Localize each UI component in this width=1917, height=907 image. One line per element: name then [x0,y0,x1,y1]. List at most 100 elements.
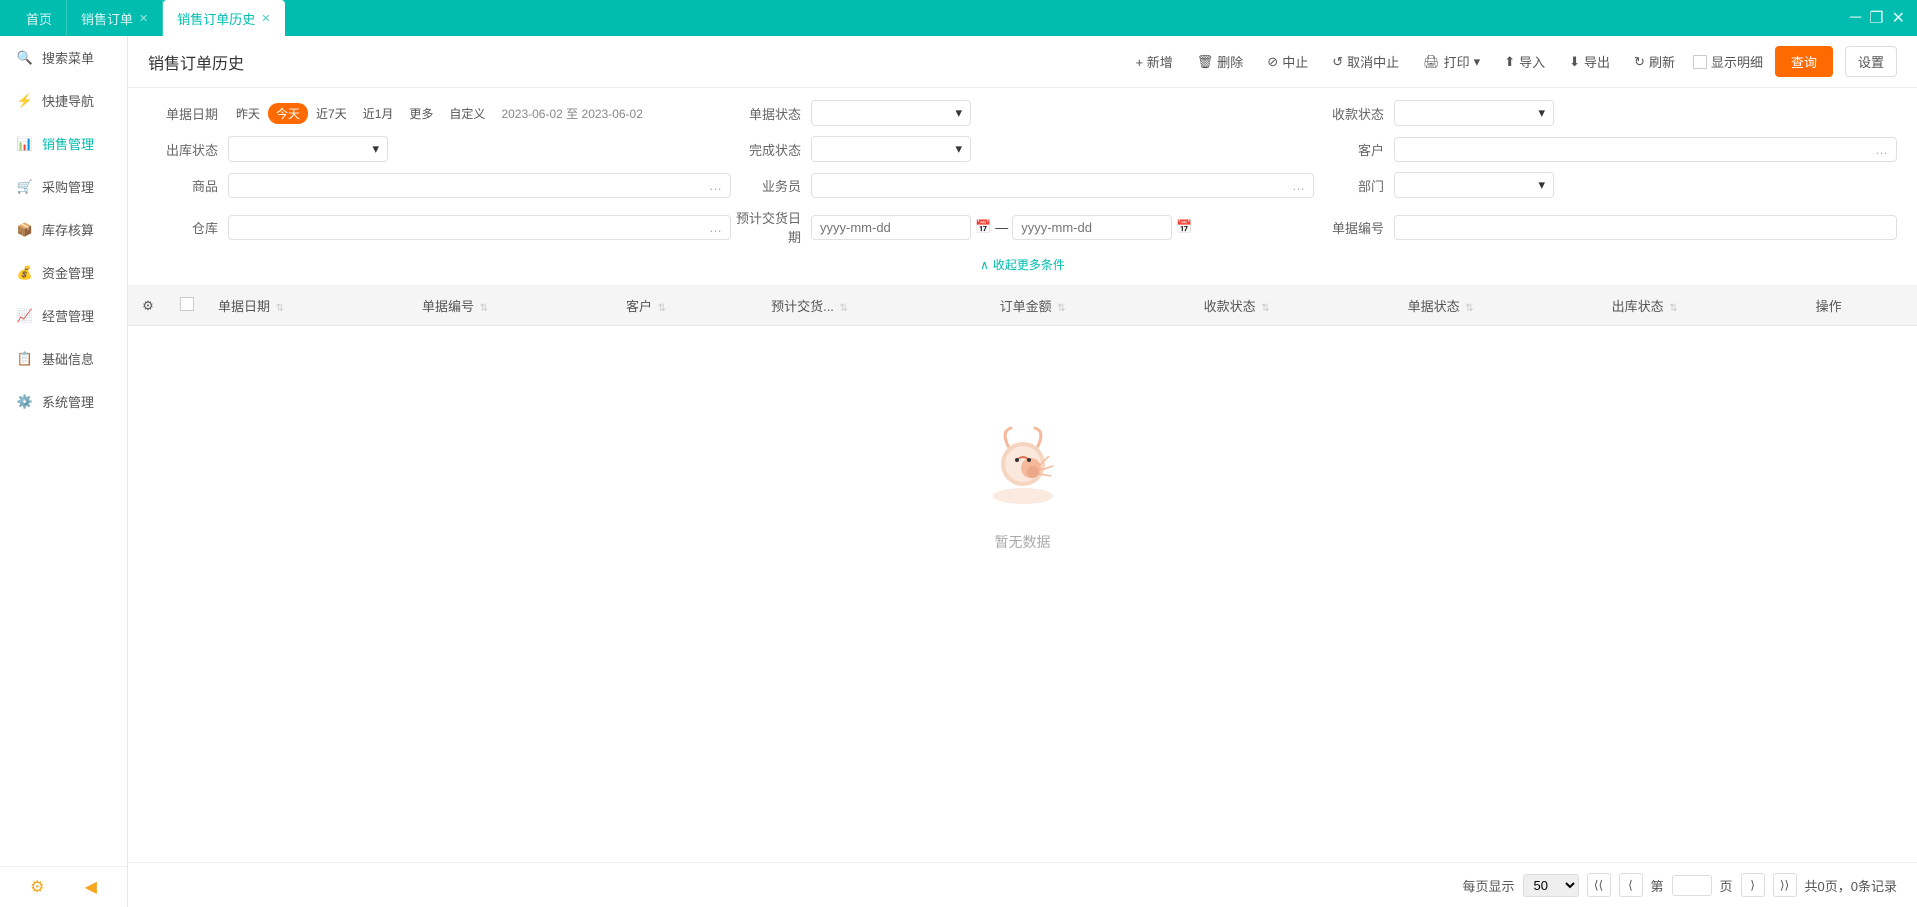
page-nav-prev-btn[interactable]: ⟨ [1619,873,1643,897]
page-size-select[interactable]: 50 10 20 100 [1523,874,1579,897]
window-restore-btn[interactable]: ❐ [1869,8,1883,28]
sidebar-item-purchase[interactable]: 🛒 采购管理 [0,165,127,208]
order-status-filter: ▾ [811,100,1314,126]
query-button[interactable]: 查询 [1775,46,1833,77]
table-select-all-checkbox[interactable] [180,297,194,311]
department-label: 部门 [1314,176,1394,195]
toolbar: + 新增 🗑 删除 ⊘ 中止 ↺ 取消中止 🖨 打印 ▾ [1130,46,1897,77]
top-bar-actions: ─ ❐ ✕ [1850,8,1905,28]
date-sort-icon[interactable]: ⇅ [276,303,284,314]
payment-status-sort-icon[interactable]: ⇅ [1261,303,1269,314]
table-col-out-status: 出库状态 ⇅ [1600,286,1804,326]
payment-status-label: 收款状态 [1314,104,1394,123]
delivery-date-to-input[interactable] [1012,215,1172,240]
sidebar-item-system[interactable]: ⚙️ 系统管理 [0,380,127,423]
sales-icon: 📊 [16,135,34,153]
toolbar-delete-btn[interactable]: 🗑 删除 [1191,48,1250,75]
sidebar-item-operations[interactable]: 📈 经营管理 [0,294,127,337]
show-detail-checkbox[interactable] [1693,55,1707,69]
delivery-date-filter: 📅 — 📅 [811,215,1314,240]
date-btn-7days[interactable]: 近7天 [308,103,355,124]
sidebar-label-search-menu: 搜索菜单 [42,48,94,67]
sidebar-item-search-menu[interactable]: 🔍 搜索菜单 [0,36,127,79]
date-btn-yesterday[interactable]: 昨天 [228,103,268,124]
window-minimize-btn[interactable]: ─ [1850,9,1861,27]
out-status-filter: ▾ [228,136,731,162]
order-status-sort-icon[interactable]: ⇅ [1465,303,1473,314]
operations-icon: 📈 [16,307,34,325]
delivery-date-sort-icon[interactable]: ⇅ [840,303,848,314]
tab-sales-order-label: 销售订单 [81,9,133,28]
order-status-select[interactable]: ▾ [811,100,971,126]
order-status-label: 单据状态 [731,104,811,123]
customer-sort-icon[interactable]: ⇅ [658,303,666,314]
table-col-amount: 订单金额 ⇅ [988,286,1192,326]
sidebar-collapse-icon[interactable]: ◀ [85,877,97,897]
toolbar-export-btn[interactable]: ⬇ 导出 [1563,48,1616,75]
product-picker-btn[interactable]: … [709,178,722,193]
page-label: 页 [1720,876,1733,895]
top-bar: 首页 销售订单 ✕ 销售订单历史 ✕ ─ ❐ ✕ [0,0,1917,36]
sidebar-item-basic-info[interactable]: 📋 基础信息 [0,337,127,380]
collapse-bar[interactable]: ∧ 收起更多条件 [148,256,1897,273]
order-no-sort-icon[interactable]: ⇅ [480,303,488,314]
table-col-date: 单据日期 ⇅ [206,286,410,326]
complete-status-dropdown-icon: ▾ [955,141,962,157]
table-gear-icon[interactable]: ⚙ [142,298,154,313]
complete-status-select[interactable]: ▾ [811,136,971,162]
toolbar-stop-btn[interactable]: ⊘ 中止 [1261,48,1314,75]
amount-sort-icon[interactable]: ⇅ [1057,303,1065,314]
tab-sales-order[interactable]: 销售订单 ✕ [67,0,163,36]
sidebar-item-sales[interactable]: 📊 销售管理 [0,122,127,165]
cancel-stop-icon: ↺ [1332,54,1343,70]
payment-status-select[interactable]: ▾ [1394,100,1554,126]
window-close-btn[interactable]: ✕ [1892,8,1905,28]
warehouse-picker-btn[interactable]: … [709,220,722,235]
out-status-select[interactable]: ▾ [228,136,388,162]
sidebar-label-operations: 经营管理 [42,306,94,325]
toolbar-new-btn[interactable]: + 新增 [1130,48,1179,75]
sidebar-item-inventory[interactable]: 📦 库存核算 [0,208,127,251]
tab-sales-history-close[interactable]: ✕ [261,12,270,25]
out-status-sort-icon[interactable]: ⇅ [1669,303,1677,314]
date-btn-today[interactable]: 今天 [268,103,308,124]
sidebar-item-finance[interactable]: 💰 资金管理 [0,251,127,294]
toolbar-import-btn[interactable]: ⬆ 导入 [1498,48,1551,75]
sidebar-label-quick-nav: 快捷导航 [42,91,94,110]
toolbar-refresh-btn[interactable]: ↻ 刷新 [1628,48,1681,75]
main-layout: 🔍 搜索菜单 ⚡ 快捷导航 📊 销售管理 🛒 采购管理 📦 库存核算 💰 资金管… [0,36,1917,907]
delivery-date-from-input[interactable] [811,215,971,240]
print-dropdown-icon[interactable]: ▾ [1474,54,1481,70]
tab-sales-history-label: 销售订单历史 [177,9,255,28]
page-number-input[interactable]: 1 [1672,875,1712,896]
toolbar-cancel-stop-btn[interactable]: ↺ 取消中止 [1326,48,1405,75]
out-status-label: 出库状态 [148,140,228,159]
page-nav-last-btn[interactable]: ⟩⟩ [1773,873,1797,897]
complete-status-filter: ▾ [811,136,1314,162]
date-btn-more[interactable]: 更多 [401,103,441,124]
calendar-icon-to[interactable]: 📅 [1176,219,1192,235]
import-icon: ⬆ [1504,54,1515,70]
tab-sales-order-close[interactable]: ✕ [139,12,148,25]
date-btn-custom[interactable]: 自定义 [441,103,493,124]
department-select[interactable]: ▾ [1394,172,1554,198]
page-nav-next-btn[interactable]: ⟩ [1741,873,1765,897]
order-no-input[interactable] [1394,215,1897,240]
date-btn-1month[interactable]: 近1月 [355,103,402,124]
toolbar-print-btn[interactable]: 🖨 打印 ▾ [1417,48,1486,75]
show-detail-toggle[interactable]: 显示明细 [1693,52,1763,71]
salesperson-picker-btn[interactable]: … [1292,178,1305,193]
tab-sales-history[interactable]: 销售订单历史 ✕ [163,0,285,36]
page-nav-first-btn[interactable]: ⟨⟨ [1587,873,1611,897]
export-icon: ⬇ [1569,54,1580,70]
sidebar-settings-icon[interactable]: ⚙ [30,877,44,897]
product-filter: … [228,173,731,198]
customer-picker-btn[interactable]: … [1875,142,1888,157]
empty-state: 暂无数据 [140,336,1905,632]
sidebar-label-sales: 销售管理 [42,134,94,153]
calendar-icon-from[interactable]: 📅 [975,219,991,235]
collapse-icon: ∧ [980,258,989,272]
tab-home[interactable]: 首页 [12,0,67,36]
sidebar-item-quick-nav[interactable]: ⚡ 快捷导航 [0,79,127,122]
settings-button[interactable]: 设置 [1845,46,1897,77]
